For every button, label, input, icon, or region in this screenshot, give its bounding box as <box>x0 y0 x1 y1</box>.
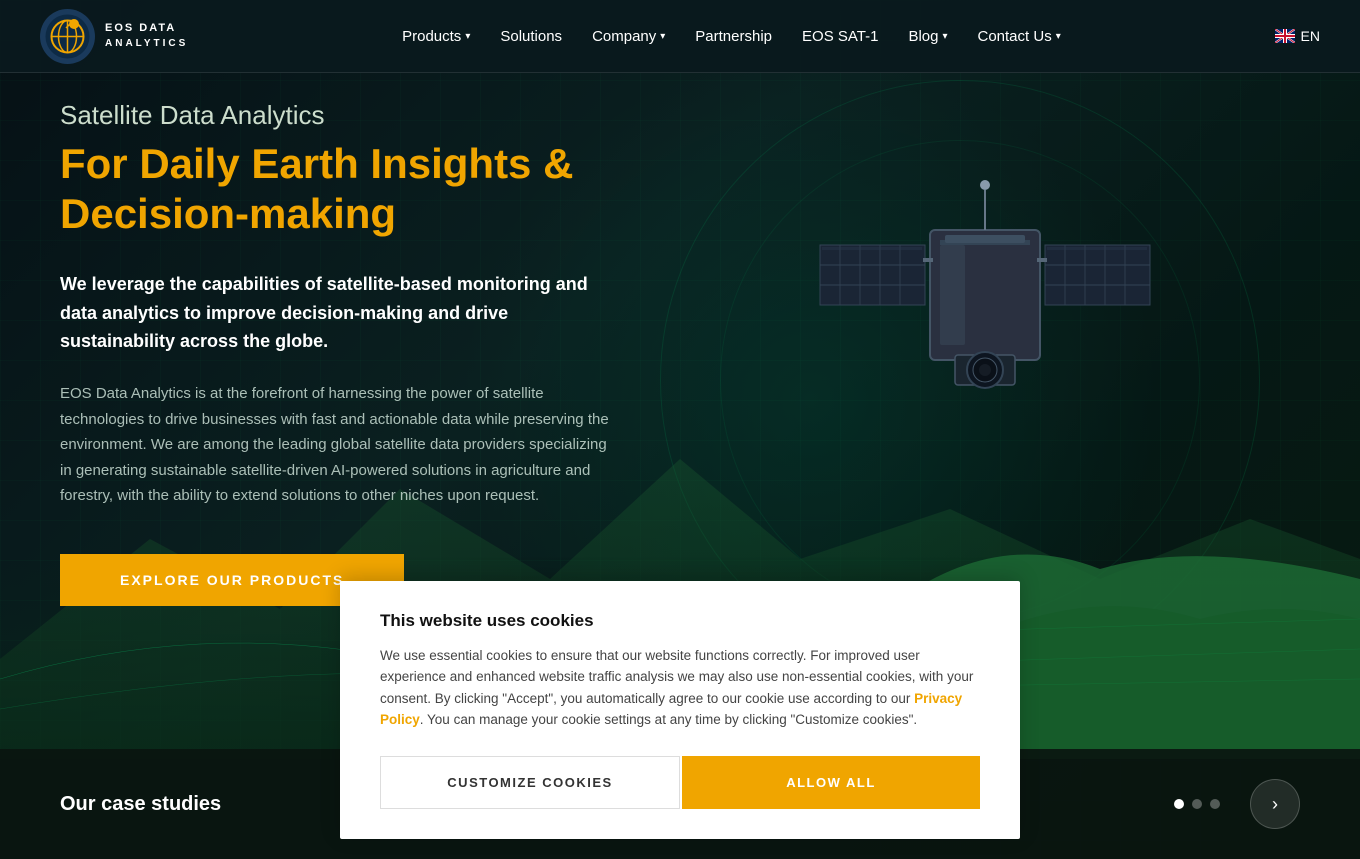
header: EOS DATA ANALYTICS Products ▾ Solutions … <box>0 0 1360 73</box>
nav-eos-sat1[interactable]: EOS SAT-1 <box>802 28 878 45</box>
hero-content: Satellite Data Analytics For Daily Earth… <box>0 100 680 606</box>
nav-blog[interactable]: Blog ▾ <box>908 28 947 45</box>
nav-contact-us[interactable]: Contact Us ▾ <box>978 28 1061 45</box>
nav-products[interactable]: Products ▾ <box>402 28 470 45</box>
cookie-text-part1: We use essential cookies to ensure that … <box>380 648 973 706</box>
next-arrow-button[interactable]: › <box>1250 779 1300 829</box>
blog-chevron-icon: ▾ <box>942 31 947 42</box>
nav-partnership[interactable]: Partnership <box>695 28 772 45</box>
logo-icon <box>40 9 95 64</box>
hero-subtitle: Satellite Data Analytics <box>60 100 620 131</box>
nav-company[interactable]: Company ▾ <box>592 28 665 45</box>
customize-cookies-button[interactable]: CUSTOMIZE COOKIES <box>380 756 680 809</box>
satellite-svg <box>810 90 1160 470</box>
carousel-dots <box>1174 799 1220 809</box>
allow-all-button[interactable]: ALLOW ALL <box>682 756 980 809</box>
logo-text: EOS DATA ANALYTICS <box>105 21 188 50</box>
cookie-banner: This website uses cookies We use essenti… <box>340 581 1020 839</box>
case-studies-label: Our case studies <box>60 793 221 816</box>
dot-3[interactable] <box>1210 799 1220 809</box>
nav-solutions[interactable]: Solutions <box>500 28 562 45</box>
logo[interactable]: EOS DATA ANALYTICS <box>40 9 188 64</box>
lang-label: EN <box>1301 28 1320 44</box>
hero-desc-main: We leverage the capabilities of satellit… <box>60 270 620 356</box>
hero-title: For Daily Earth Insights & Decision-maki… <box>60 139 620 240</box>
flag-icon <box>1275 29 1295 43</box>
dot-1[interactable] <box>1174 799 1184 809</box>
dot-2[interactable] <box>1192 799 1202 809</box>
satellite-image <box>810 90 1160 470</box>
chevron-right-icon: › <box>1272 794 1278 815</box>
cookie-text-part2: . You can manage your cookie settings at… <box>420 712 917 727</box>
cookie-text: We use essential cookies to ensure that … <box>380 645 980 731</box>
company-chevron-icon: ▾ <box>660 31 665 42</box>
cookie-buttons: CUSTOMIZE COOKIES ALLOW ALL <box>380 756 980 809</box>
main-nav: Products ▾ Solutions Company ▾ Partnersh… <box>402 28 1061 45</box>
logo-sub-name: ANALYTICS <box>105 37 188 51</box>
logo-company-name: EOS DATA <box>105 21 188 36</box>
contact-chevron-icon: ▾ <box>1056 31 1061 42</box>
hero-desc-secondary: EOS Data Analytics is at the forefront o… <box>60 381 620 509</box>
products-chevron-icon: ▾ <box>465 31 470 42</box>
cookie-title: This website uses cookies <box>380 611 980 631</box>
language-selector[interactable]: EN <box>1275 28 1320 44</box>
